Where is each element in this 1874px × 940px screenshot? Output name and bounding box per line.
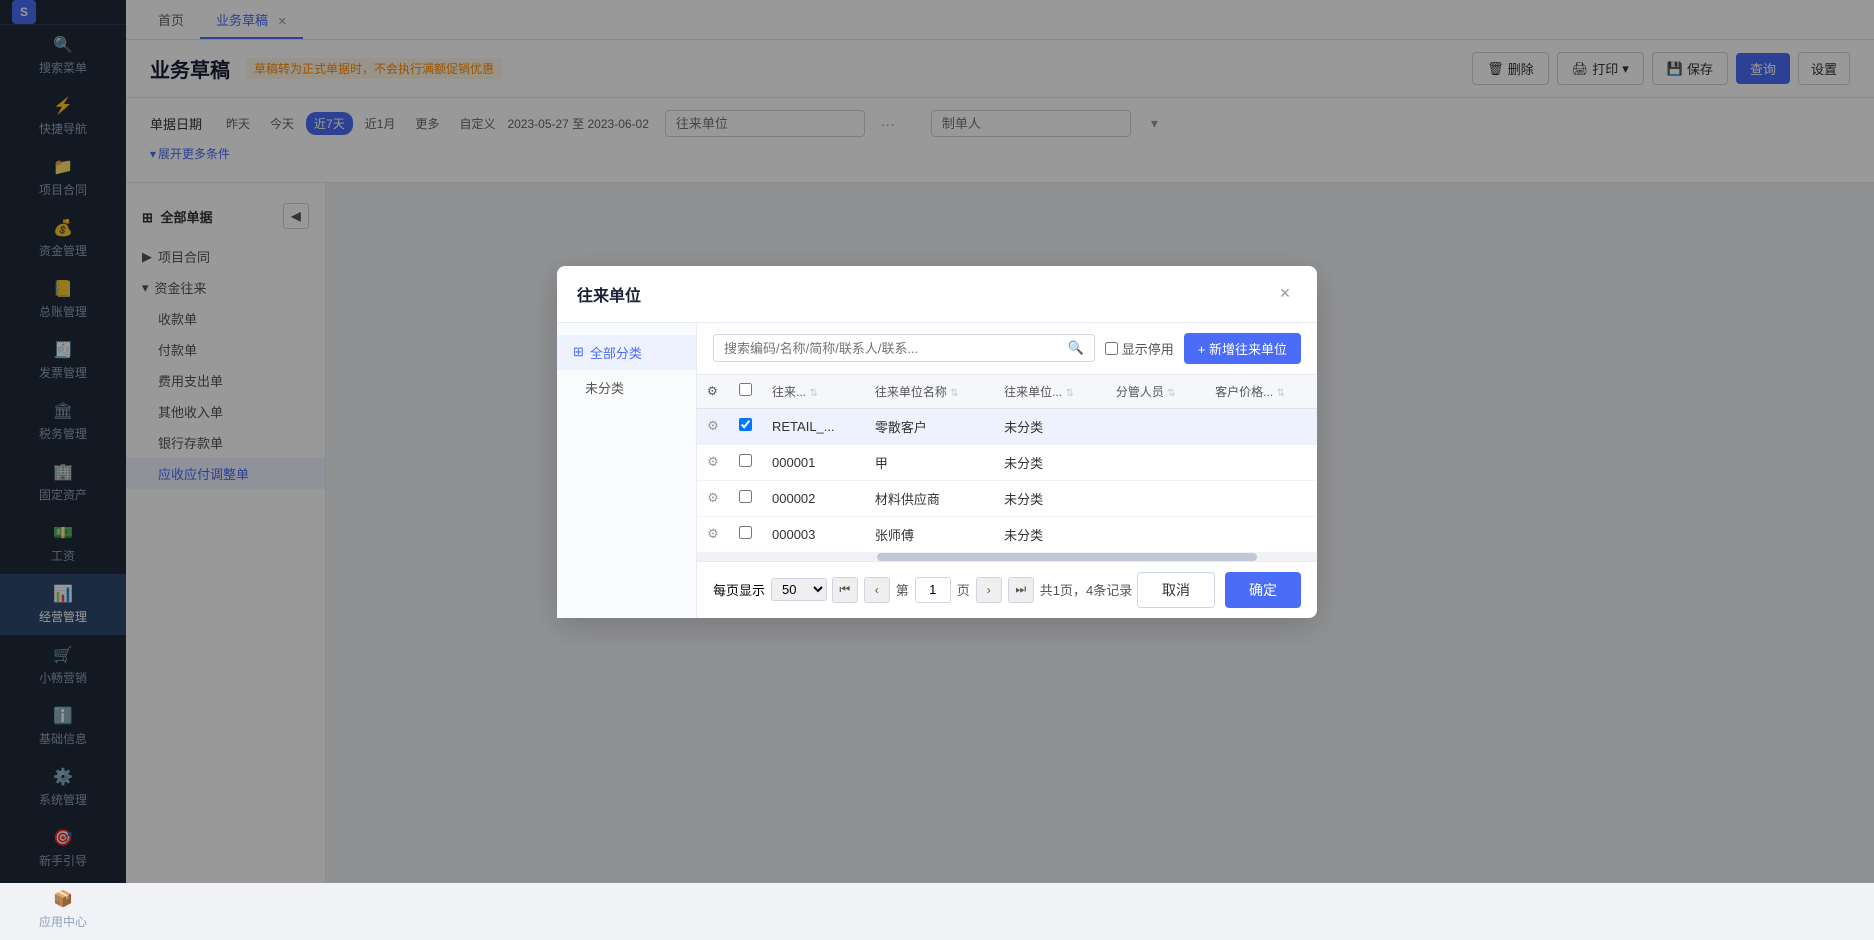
total-info: 共1页，4条记录 [1040,580,1132,599]
per-page-select[interactable]: 50 100 200 [771,578,827,601]
row-name-cell: 甲 [865,444,994,480]
modal-sidebar: ⊞ 全部分类 未分类 [557,323,697,618]
col-code: 往来... ⇅ [762,375,865,409]
scrollbar-thumb[interactable] [877,553,1257,561]
row-select-checkbox[interactable] [739,418,752,431]
row-salesperson-cell [1106,408,1205,444]
add-partner-button[interactable]: + 新增往来单位 [1184,333,1301,364]
row-checkbox-cell[interactable] [729,516,762,552]
row-settings-cell: ⚙ [697,408,729,444]
first-page-btn[interactable]: ⏮ [832,577,858,603]
row-select-checkbox[interactable] [739,526,752,539]
prev-page-btn[interactable]: ‹ [864,577,890,603]
row-salesperson-cell [1106,444,1205,480]
row-checkbox-cell[interactable] [729,480,762,516]
horizontal-scrollbar[interactable] [697,553,1317,561]
last-page-btn[interactable]: ⏭ [1008,577,1034,603]
modal-footer: 每页显示 50 100 200 ⏮ ‹ 第 页 › [697,561,1317,618]
modal-table-wrap: ⚙ 往来... ⇅ 往来单位名称 ⇅ [697,375,1317,553]
modal-sidebar-all[interactable]: ⊞ 全部分类 [557,335,696,370]
partner-modal: 往来单位 × ⊞ 全部分类 未分类 [557,266,1317,618]
row-settings-cell: ⚙ [697,480,729,516]
page-suffix: 页 [957,580,970,599]
page-input[interactable] [915,577,951,603]
table-row[interactable]: ⚙ 000002 材料供应商 未分类 [697,480,1317,516]
modal-sidebar-unclassified[interactable]: 未分类 [557,370,696,405]
col-category: 往来单位... ⇅ [994,375,1106,409]
row-category-cell: 未分类 [994,480,1106,516]
show-disabled-checkbox[interactable]: 显示停用 [1105,339,1174,358]
next-page-btn[interactable]: › [976,577,1002,603]
row-settings-cell: ⚙ [697,444,729,480]
modal-close-button[interactable]: × [1273,282,1297,306]
col-name: 往来单位名称 ⇅ [865,375,994,409]
modal-header: 往来单位 × [557,266,1317,323]
select-all-checkbox[interactable] [739,383,752,396]
row-code-cell: 000001 [762,444,865,480]
row-price-cell [1205,516,1317,552]
row-name-cell: 材料供应商 [865,480,994,516]
disabled-checkbox[interactable] [1105,342,1118,355]
cancel-button[interactable]: 取消 [1137,572,1215,608]
pagination: ⏮ ‹ 第 页 › ⏭ 共1页，4条记录 [832,577,1133,603]
modal-search-box[interactable]: 🔍 [713,334,1095,362]
row-code-cell: RETAIL_... [762,408,865,444]
apps-icon: 📦 [53,889,73,909]
row-name-cell: 零散客户 [865,408,994,444]
row-code-cell: 000002 [762,480,865,516]
row-code-cell: 000003 [762,516,865,552]
row-select-checkbox[interactable] [739,454,752,467]
close-icon: × [1280,283,1291,304]
row-settings-cell: ⚙ [697,516,729,552]
sort-icon: ⇅ [1065,388,1073,399]
row-category-cell: 未分类 [994,408,1106,444]
row-salesperson-cell [1106,516,1205,552]
table-row[interactable]: ⚙ 000003 张师傅 未分类 [697,516,1317,552]
row-price-cell [1205,480,1317,516]
row-price-cell [1205,408,1317,444]
row-price-cell [1205,444,1317,480]
row-checkbox-cell[interactable] [729,444,762,480]
col-price: 客户价格... ⇅ [1205,375,1317,409]
row-salesperson-cell [1106,480,1205,516]
table-row[interactable]: ⚙ 000001 甲 未分类 [697,444,1317,480]
sort-icon: ⇅ [1167,388,1175,399]
modal-body: ⊞ 全部分类 未分类 🔍 显示停用 [557,323,1317,618]
search-icon: 🔍 [1068,340,1084,356]
table-row[interactable]: ⚙ RETAIL_... 零散客户 未分类 [697,408,1317,444]
modal-search-input[interactable] [724,341,1062,356]
row-name-cell: 张师傅 [865,516,994,552]
per-page-selector: 每页显示 50 100 200 [713,578,827,601]
col-settings: ⚙ [697,375,729,409]
sidebar-item-label: 应用中心 [39,913,87,930]
row-checkbox-cell[interactable] [729,408,762,444]
confirm-button[interactable]: 确定 [1225,572,1301,608]
modal-toolbar: 🔍 显示停用 + 新增往来单位 [697,323,1317,375]
row-category-cell: 未分类 [994,444,1106,480]
sort-icon: ⇅ [950,388,958,399]
modal-overlay: 往来单位 × ⊞ 全部分类 未分类 [0,0,1874,883]
row-category-cell: 未分类 [994,516,1106,552]
col-salesperson: 分管人员 ⇅ [1106,375,1205,409]
row-select-checkbox[interactable] [739,490,752,503]
sidebar-item-apps[interactable]: 📦 应用中心 [0,879,126,940]
page-label: 第 [896,580,909,599]
col-check [729,375,762,409]
sort-icon: ⇅ [809,388,817,399]
sort-icon: ⇅ [1277,388,1285,399]
modal-action-btns: 取消 确定 [1137,572,1301,608]
modal-table: ⚙ 往来... ⇅ 往来单位名称 ⇅ [697,375,1317,553]
modal-content: 🔍 显示停用 + 新增往来单位 ⚙ [697,323,1317,618]
modal-title: 往来单位 [577,282,641,306]
grid-icon: ⊞ [573,344,584,360]
